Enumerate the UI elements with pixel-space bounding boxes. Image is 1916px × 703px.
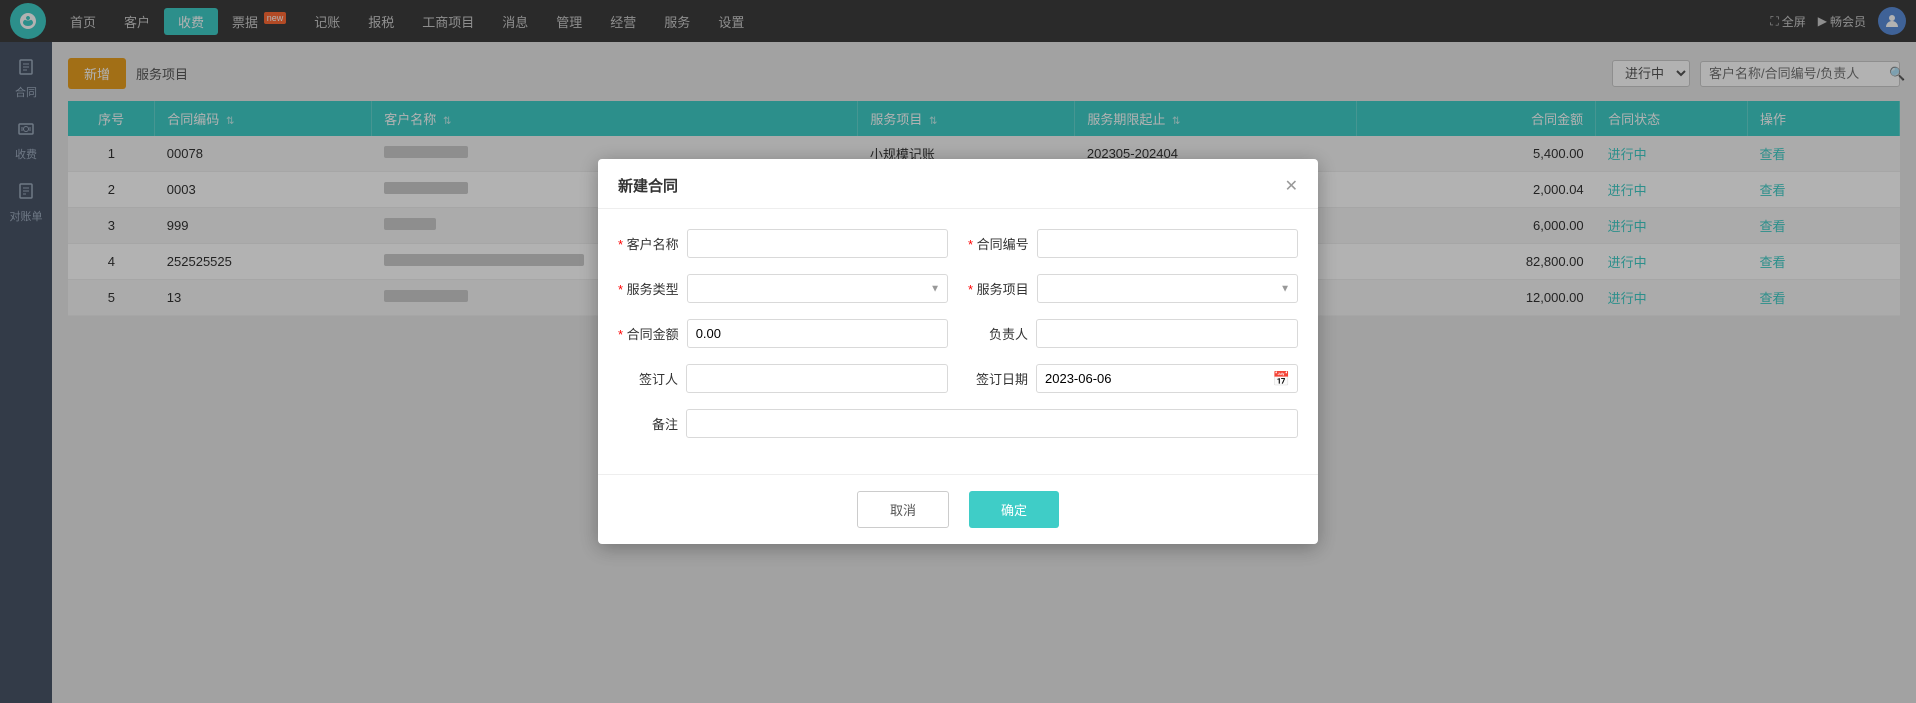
label-contract-no: 合同编号	[968, 234, 1029, 253]
input-remarks[interactable]	[686, 409, 1298, 438]
cancel-button[interactable]: 取消	[857, 491, 949, 528]
form-row-4: 签订人 签订日期 📅	[618, 364, 1298, 393]
label-remarks: 备注	[618, 414, 678, 433]
select-service-type-wrapper: ▼	[687, 274, 948, 303]
input-contract-no[interactable]	[1037, 229, 1298, 258]
field-contract-no: 合同编号	[968, 229, 1298, 258]
field-remarks: 备注	[618, 409, 1298, 438]
label-sign-date: 签订日期	[968, 369, 1028, 388]
field-service-item: 服务项目 ▼	[968, 274, 1298, 303]
form-row-2: 服务类型 ▼ 服务项目 ▼	[618, 274, 1298, 303]
form-row-3: 合同金额 负责人	[618, 319, 1298, 348]
modal-body: 客户名称 合同编号 服务类型 ▼ 服务项目	[598, 209, 1318, 474]
field-customer-name: 客户名称	[618, 229, 948, 258]
modal-header: 新建合同 ✕	[598, 159, 1318, 209]
label-customer-name: 客户名称	[618, 234, 679, 253]
confirm-button[interactable]: 确定	[969, 491, 1059, 528]
field-signer: 签订人	[618, 364, 948, 393]
form-row-1: 客户名称 合同编号	[618, 229, 1298, 258]
select-service-type[interactable]	[687, 274, 948, 303]
modal-close-button[interactable]: ✕	[1285, 176, 1298, 196]
modal-overlay[interactable]: 新建合同 ✕ 客户名称 合同编号 服务类型	[0, 0, 1916, 703]
input-responsible-person[interactable]	[1036, 319, 1298, 348]
field-responsible-person: 负责人	[968, 319, 1298, 348]
modal-dialog: 新建合同 ✕ 客户名称 合同编号 服务类型	[598, 159, 1318, 544]
select-service-item-wrapper: ▼	[1037, 274, 1298, 303]
date-input-wrapper: 📅	[1036, 364, 1298, 393]
input-contract-amount[interactable]	[687, 319, 948, 348]
input-customer-name[interactable]	[687, 229, 948, 258]
field-contract-amount: 合同金额	[618, 319, 948, 348]
form-row-5: 备注	[618, 409, 1298, 438]
field-sign-date: 签订日期 📅	[968, 364, 1298, 393]
modal-footer: 取消 确定	[598, 474, 1318, 544]
select-service-item[interactable]	[1037, 274, 1298, 303]
modal-title: 新建合同	[618, 175, 678, 196]
label-signer: 签订人	[618, 369, 678, 388]
label-service-type: 服务类型	[618, 279, 679, 298]
label-responsible-person: 负责人	[968, 324, 1028, 343]
input-sign-date[interactable]	[1036, 364, 1298, 393]
input-signer[interactable]	[686, 364, 948, 393]
label-contract-amount: 合同金额	[618, 324, 679, 343]
label-service-item: 服务项目	[968, 279, 1029, 298]
field-service-type: 服务类型 ▼	[618, 274, 948, 303]
